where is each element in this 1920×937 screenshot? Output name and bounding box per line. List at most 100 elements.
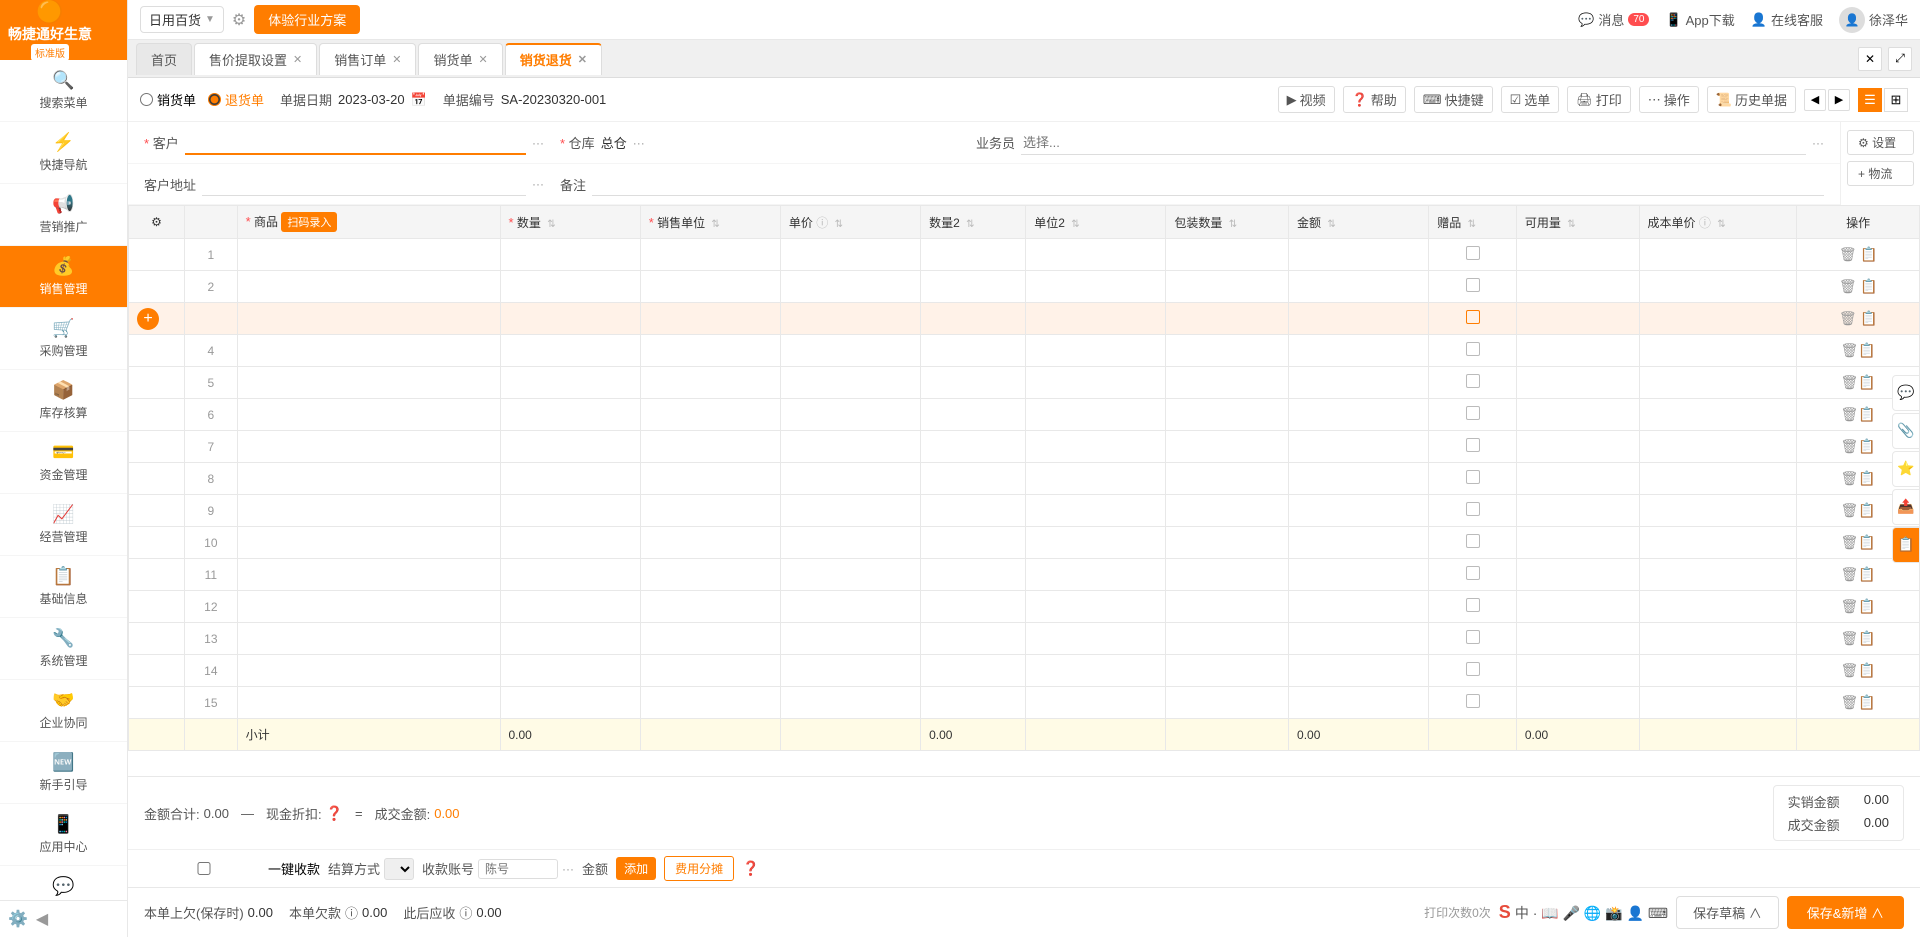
sidebar-item-enterprise[interactable]: 🤝 企业协同	[0, 680, 127, 742]
sidebar-item-operations[interactable]: 📈 经营管理	[0, 494, 127, 556]
delete-icon[interactable]: 🗑	[1841, 630, 1859, 646]
cost-cell-2[interactable]	[1639, 271, 1797, 303]
delete-icon[interactable]: 🗑	[1841, 470, 1859, 486]
copy-icon[interactable]: 📋	[1858, 438, 1875, 454]
gift-sort-icon[interactable]: ⇅	[1468, 219, 1476, 230]
ops-btn[interactable]: ⋯ 操作	[1639, 86, 1699, 113]
radio-return-input[interactable]	[208, 93, 221, 106]
amount-cell-2[interactable]	[1289, 271, 1429, 303]
float-attachment[interactable]: 📎	[1892, 413, 1920, 449]
tab-sales-close[interactable]: ✕	[479, 53, 488, 66]
gift-cell-2[interactable]	[1429, 271, 1517, 303]
gift-checkbox[interactable]	[1466, 374, 1480, 388]
gift-checkbox[interactable]	[1466, 470, 1480, 484]
copy-icon[interactable]: 📋	[1858, 598, 1875, 614]
help-btn[interactable]: ❓ 帮助	[1343, 86, 1406, 113]
salesperson-input[interactable]	[1021, 131, 1806, 155]
delete-icon[interactable]: 🗑	[1841, 598, 1859, 614]
copy-icon-2[interactable]: 📋	[1860, 278, 1877, 294]
amount-cell-add[interactable]	[1289, 303, 1429, 335]
delete-icon[interactable]: 🗑	[1841, 374, 1859, 390]
u2-cell-add[interactable]	[1026, 303, 1166, 335]
address-ellipsis[interactable]: ···	[532, 177, 544, 191]
delete-icon-1[interactable]: 🗑	[1839, 246, 1857, 262]
amount-sort-icon[interactable]: ⇅	[1327, 219, 1335, 230]
collapse-icon[interactable]: ◀	[36, 909, 48, 929]
tab-sales-return[interactable]: 销货退货 ✕	[505, 43, 602, 75]
gift-cell-add[interactable]	[1429, 303, 1517, 335]
tab-sales-return-close[interactable]: ✕	[578, 53, 587, 66]
copy-icon[interactable]: 📋	[1858, 566, 1875, 582]
pack-cell-add[interactable]	[1166, 303, 1289, 335]
save-new-btn[interactable]: 保存&新增 ∧	[1787, 896, 1904, 929]
logistics-side-btn[interactable]: + 物流	[1847, 161, 1914, 186]
unit-sort-icon[interactable]: ⇅	[711, 219, 719, 230]
price-cell-1[interactable]	[780, 239, 920, 271]
copy-icon[interactable]: 📋	[1858, 502, 1875, 518]
float-comment[interactable]: 💬	[1892, 375, 1920, 411]
sidebar-item-search[interactable]: 🔍 搜索菜单	[0, 60, 127, 122]
delete-icon[interactable]: 🗑	[1841, 502, 1859, 518]
radio-return[interactable]: 退货单	[208, 90, 264, 109]
sidebar-item-appcenter[interactable]: 📱 应用中心	[0, 804, 127, 866]
sidebar-item-basic[interactable]: 📋 基础信息	[0, 556, 127, 618]
delete-icon[interactable]: 🗑	[1841, 694, 1859, 710]
unit-cell-1[interactable]	[640, 239, 780, 271]
save-draft-btn[interactable]: 保存草稿 ∧	[1676, 896, 1779, 929]
sidebar-item-marketing[interactable]: 📢 营销推广	[0, 184, 127, 246]
copy-icon[interactable]: 📋	[1858, 662, 1875, 678]
grid-view-btn[interactable]: ⊞	[1884, 88, 1908, 112]
delete-icon-add[interactable]: 🗑	[1839, 310, 1857, 326]
amount-cell-1[interactable]	[1289, 239, 1429, 271]
list-view-btn[interactable]: ☰	[1858, 88, 1882, 112]
gift-checkbox[interactable]	[1466, 662, 1480, 676]
cost-cell-add[interactable]	[1639, 303, 1797, 335]
gift-checkbox-add[interactable]	[1466, 310, 1480, 324]
gift-checkbox[interactable]	[1466, 342, 1480, 356]
float-form[interactable]: 📋	[1892, 527, 1920, 563]
settlement-select[interactable]	[384, 858, 414, 880]
quantity-cell-1[interactable]	[500, 239, 640, 271]
history-btn[interactable]: 📜 历史单据	[1707, 86, 1796, 113]
select-btn[interactable]: ☑ 选单	[1501, 86, 1560, 113]
tab-sales-order[interactable]: 销售订单 ✕	[319, 43, 416, 75]
product-input-active[interactable]	[246, 311, 492, 326]
delete-icon[interactable]: 🗑	[1841, 566, 1859, 582]
add-row-btn[interactable]: +	[137, 308, 159, 330]
price-sort-icon[interactable]: ⇅	[835, 219, 843, 230]
account-ellipsis[interactable]: ···	[562, 862, 574, 876]
gift-checkbox[interactable]	[1466, 502, 1480, 516]
print-btn[interactable]: 🖨 打印	[1567, 86, 1631, 113]
gift-checkbox-2[interactable]	[1466, 278, 1480, 292]
gift-checkbox[interactable]	[1466, 438, 1480, 452]
avail-sort-icon[interactable]: ⇅	[1567, 219, 1575, 230]
copy-icon[interactable]: 📋	[1858, 374, 1875, 390]
copy-icon[interactable]: 📋	[1858, 342, 1875, 358]
price-cell-add[interactable]	[780, 303, 920, 335]
quantity-cell-2[interactable]	[500, 271, 640, 303]
copy-icon[interactable]: 📋	[1858, 630, 1875, 646]
avail-cell-2[interactable]	[1516, 271, 1639, 303]
expand-btn[interactable]: ⤢	[1888, 47, 1912, 71]
tab-home[interactable]: 首页	[136, 43, 192, 75]
radio-sales-input[interactable]	[140, 93, 153, 106]
prev-btn[interactable]: ◀	[1804, 89, 1826, 111]
q2-cell-add[interactable]	[921, 303, 1026, 335]
avail-cell-add[interactable]	[1516, 303, 1639, 335]
quantity-sort-icon[interactable]: ⇅	[547, 219, 555, 230]
pack-cell-1[interactable]	[1166, 239, 1289, 271]
copy-icon[interactable]: 📋	[1858, 470, 1875, 486]
settings-side-btn[interactable]: ⚙ 设置	[1847, 130, 1914, 155]
q2-cell-1[interactable]	[921, 239, 1026, 271]
fee-help-icon[interactable]: ❓	[742, 860, 759, 877]
cost-cell-1[interactable]	[1639, 239, 1797, 271]
tab-sales[interactable]: 销货单 ✕	[418, 43, 502, 75]
float-star[interactable]: ⭐	[1892, 451, 1920, 487]
delete-icon[interactable]: 🗑	[1841, 534, 1859, 550]
avail-cell-1[interactable]	[1516, 239, 1639, 271]
float-share[interactable]: 📤	[1892, 489, 1920, 525]
salesperson-ellipsis[interactable]: ···	[1812, 136, 1824, 150]
video-btn[interactable]: ▶ 视频	[1278, 86, 1335, 113]
delete-icon[interactable]: 🗑	[1841, 438, 1859, 454]
sidebar-item-guide[interactable]: 🆕 新手引导	[0, 742, 127, 804]
